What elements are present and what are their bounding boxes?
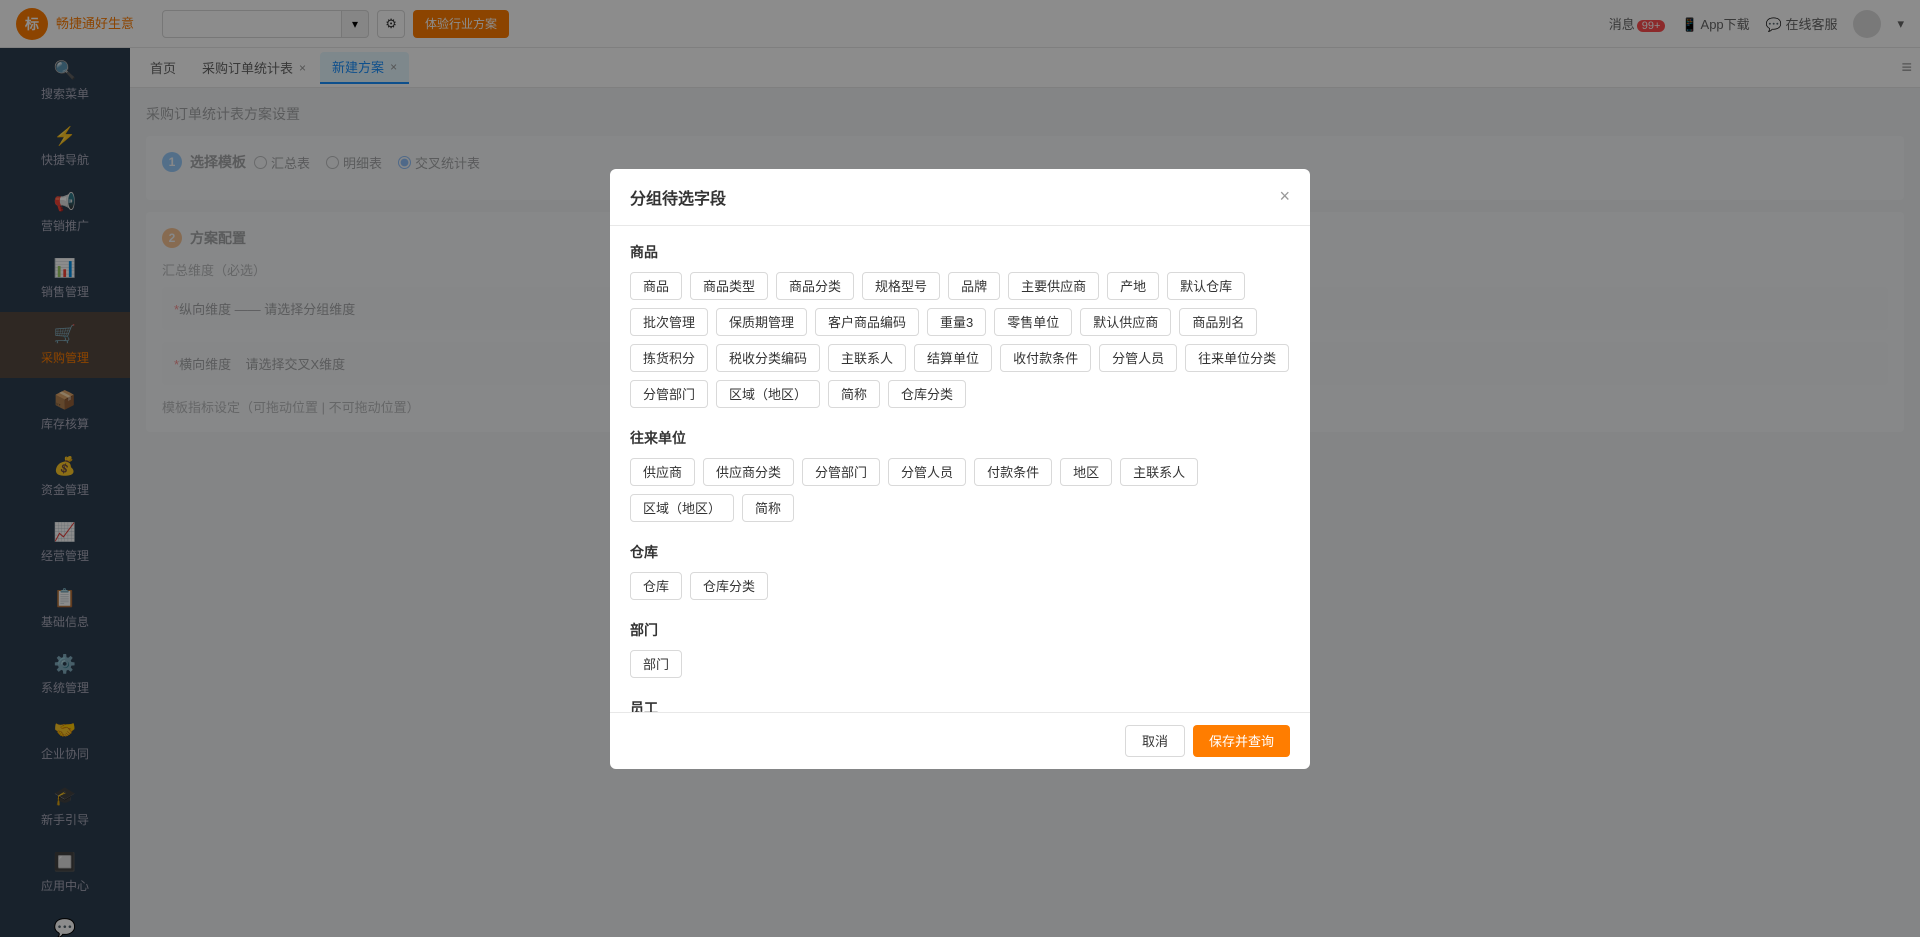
section-partner: 往来单位 供应商 供应商分类 分管部门 分管人员 付款条件 地区 主联系人 区域… — [630, 428, 1290, 522]
field-tag-region[interactable]: 地区 — [1060, 458, 1112, 486]
field-tag-partner-category[interactable]: 往来单位分类 — [1185, 344, 1289, 372]
field-tag-abbr-product[interactable]: 简称 — [828, 380, 880, 408]
field-tag-retail-unit[interactable]: 零售单位 — [994, 308, 1072, 336]
field-tag-department[interactable]: 部门 — [630, 650, 682, 678]
field-tag-warehouse-cat[interactable]: 仓库分类 — [690, 572, 768, 600]
modal-title: 分组待选字段 — [630, 185, 726, 209]
section-product: 商品 商品 商品类型 商品分类 规格型号 品牌 主要供应商 产地 默认仓库 批次… — [630, 242, 1290, 408]
department-field-tags: 部门 — [630, 650, 1290, 678]
field-tag-payment-terms[interactable]: 收付款条件 — [1000, 344, 1091, 372]
section-department: 部门 部门 — [630, 620, 1290, 678]
field-tag-region-product[interactable]: 区域（地区） — [716, 380, 820, 408]
field-tag-main-contact[interactable]: 主联系人 — [828, 344, 906, 372]
field-tag-customer-code[interactable]: 客户商品编码 — [815, 308, 919, 336]
field-tag-abbr-partner[interactable]: 简称 — [742, 494, 794, 522]
section-product-title: 商品 — [630, 242, 1290, 262]
field-tag-supplier-category[interactable]: 供应商分类 — [703, 458, 794, 486]
modal-close-button[interactable]: × — [1279, 186, 1290, 207]
modal-header: 分组待选字段 × — [610, 169, 1310, 226]
modal: 分组待选字段 × 商品 商品 商品类型 商品分类 规格型号 品牌 主要供应商 产… — [610, 169, 1310, 769]
field-tag-default-supplier[interactable]: 默认供应商 — [1080, 308, 1171, 336]
field-tag-expiry-mgmt[interactable]: 保质期管理 — [716, 308, 807, 336]
field-tag-region-partner[interactable]: 区域（地区） — [630, 494, 734, 522]
field-tag-alias[interactable]: 商品别名 — [1179, 308, 1257, 336]
field-tag-tax-code[interactable]: 税收分类编码 — [716, 344, 820, 372]
field-tag-main-contact-partner[interactable]: 主联系人 — [1120, 458, 1198, 486]
field-tag-origin[interactable]: 产地 — [1107, 272, 1159, 300]
field-tag-product[interactable]: 商品 — [630, 272, 682, 300]
field-tag-warehouse-category[interactable]: 仓库分类 — [888, 380, 966, 408]
field-tag-spec-model[interactable]: 规格型号 — [862, 272, 940, 300]
section-employee: 员工 业务员 — [630, 698, 1290, 712]
field-tag-supplier[interactable]: 供应商 — [630, 458, 695, 486]
field-tag-default-warehouse[interactable]: 默认仓库 — [1167, 272, 1245, 300]
product-field-tags: 商品 商品类型 商品分类 规格型号 品牌 主要供应商 产地 默认仓库 批次管理 … — [630, 272, 1290, 408]
cancel-button[interactable]: 取消 — [1125, 725, 1185, 757]
modal-body[interactable]: 商品 商品 商品类型 商品分类 规格型号 品牌 主要供应商 产地 默认仓库 批次… — [610, 226, 1310, 712]
section-department-title: 部门 — [630, 620, 1290, 640]
warehouse-field-tags: 仓库 仓库分类 — [630, 572, 1290, 600]
field-tag-main-supplier[interactable]: 主要供应商 — [1008, 272, 1099, 300]
field-tag-manage-person[interactable]: 分管人员 — [888, 458, 966, 486]
confirm-button[interactable]: 保存并查询 — [1193, 725, 1290, 757]
modal-footer: 取消 保存并查询 — [610, 712, 1310, 769]
field-tag-settle-unit[interactable]: 结算单位 — [914, 344, 992, 372]
field-tag-batch-mgmt[interactable]: 批次管理 — [630, 308, 708, 336]
field-tag-dept[interactable]: 分管部门 — [630, 380, 708, 408]
field-tag-pick-score[interactable]: 拣货积分 — [630, 344, 708, 372]
field-tag-weight[interactable]: 重量3 — [927, 308, 986, 336]
field-tag-brand[interactable]: 品牌 — [948, 272, 1000, 300]
section-warehouse-title: 仓库 — [630, 542, 1290, 562]
field-tag-warehouse[interactable]: 仓库 — [630, 572, 682, 600]
field-tag-manage-dept[interactable]: 分管部门 — [802, 458, 880, 486]
modal-overlay: 分组待选字段 × 商品 商品 商品类型 商品分类 规格型号 品牌 主要供应商 产… — [0, 0, 1920, 937]
section-employee-title: 员工 — [630, 698, 1290, 712]
field-tag-pay-terms[interactable]: 付款条件 — [974, 458, 1052, 486]
field-tag-product-type[interactable]: 商品类型 — [690, 272, 768, 300]
partner-field-tags: 供应商 供应商分类 分管部门 分管人员 付款条件 地区 主联系人 区域（地区） … — [630, 458, 1290, 522]
field-tag-product-category[interactable]: 商品分类 — [776, 272, 854, 300]
section-partner-title: 往来单位 — [630, 428, 1290, 448]
section-warehouse: 仓库 仓库 仓库分类 — [630, 542, 1290, 600]
field-tag-supervisor[interactable]: 分管人员 — [1099, 344, 1177, 372]
